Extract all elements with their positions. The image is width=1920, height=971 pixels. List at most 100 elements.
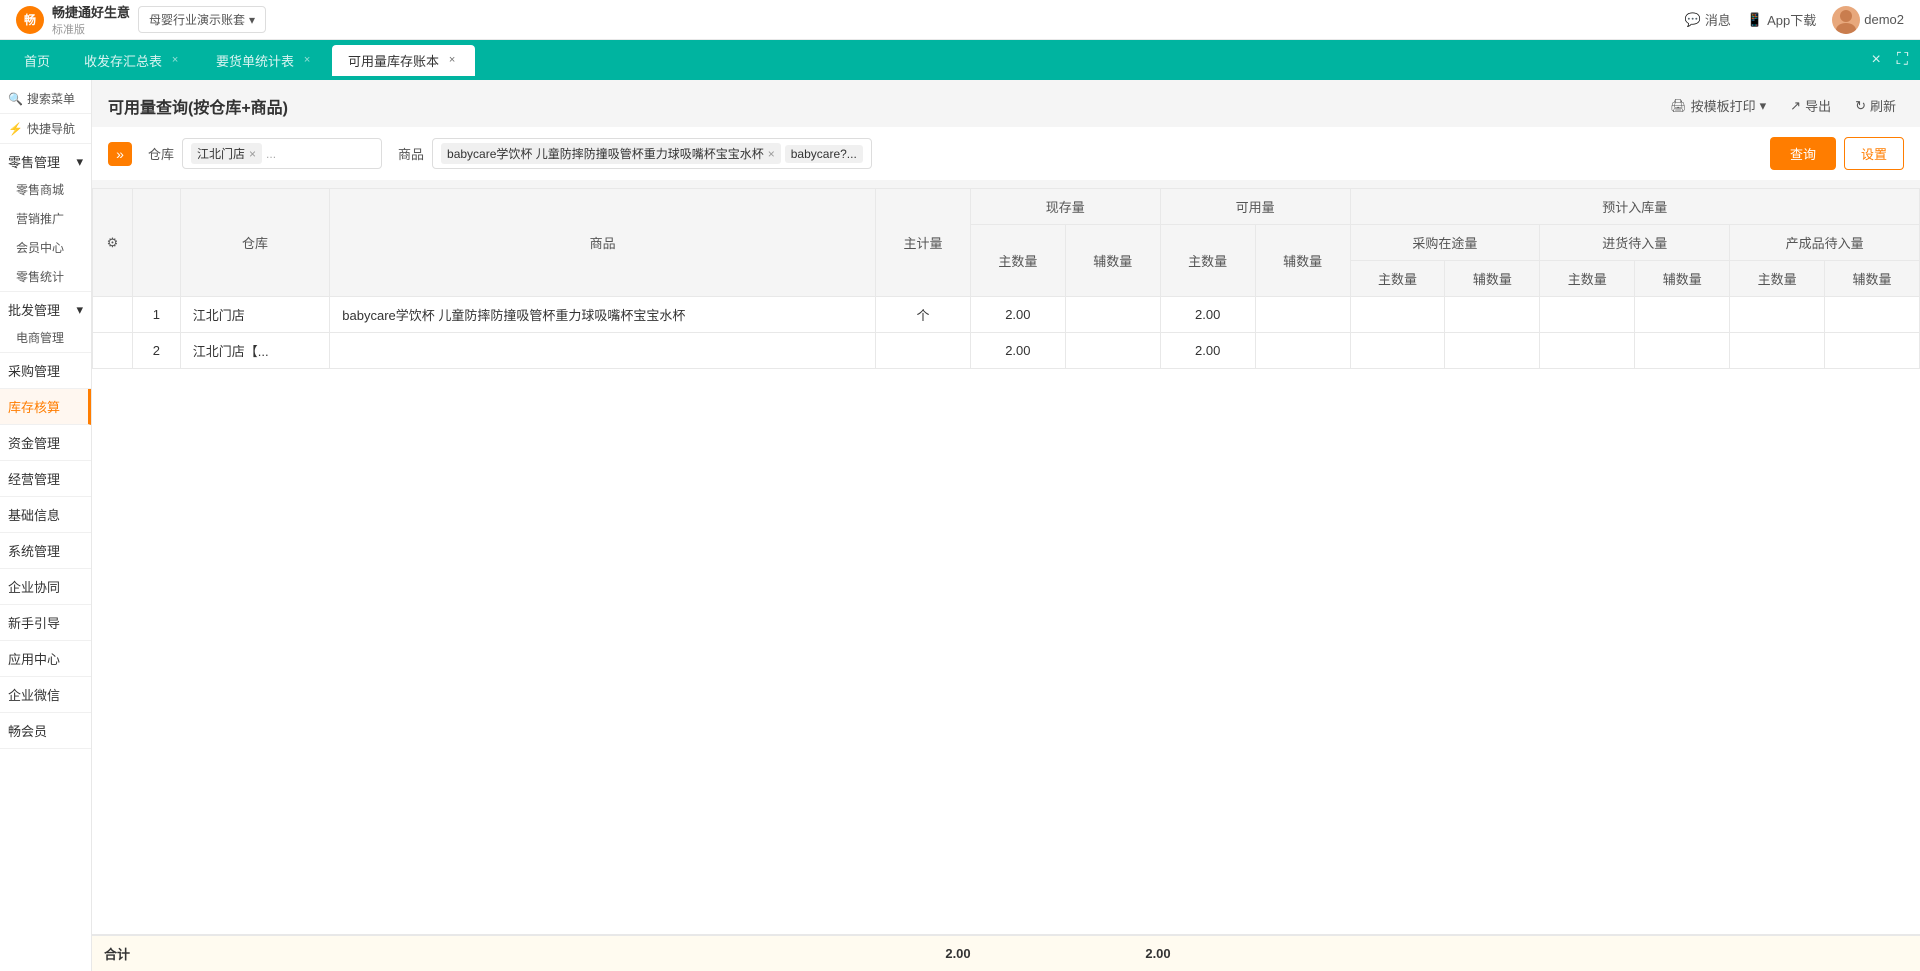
- main-layout: 🔍 搜索菜单 ⚡ 快捷导航 零售管理 零售商城 营销推广 会员中心 零售统计 批…: [0, 80, 1920, 971]
- row-supply-main: [1540, 297, 1635, 333]
- sidebar-search[interactable]: 🔍 搜索菜单: [0, 80, 91, 114]
- product-filter-group: 商品 babycare学饮杯 儿童防摔防撞吸管杯重力球吸嘴杯宝宝水杯 × bab…: [398, 138, 872, 169]
- message-icon: 💬: [1685, 12, 1701, 28]
- sidebar-item-enterprise[interactable]: 企业协同: [0, 569, 91, 605]
- user-menu[interactable]: demo2: [1832, 6, 1904, 34]
- tab-order-stats-close[interactable]: ×: [300, 53, 314, 67]
- sidebar-item-wechat[interactable]: 企业微信: [0, 677, 91, 713]
- search-icon: 🔍: [8, 92, 23, 106]
- col-supply-aux: 辅数量: [1635, 261, 1730, 297]
- sidebar-item-newuser[interactable]: 新手引导: [0, 605, 91, 641]
- col-product-aux: 辅数量: [1825, 261, 1920, 297]
- tab-receive-summary-close[interactable]: ×: [168, 53, 182, 67]
- row-unit: 个: [876, 297, 971, 333]
- row-product-main: [1730, 333, 1825, 369]
- row-warehouse: 江北门店【...: [180, 333, 330, 369]
- sidebar-item-membership[interactable]: 会员中心: [0, 233, 91, 262]
- footer-label: 合计: [104, 944, 264, 963]
- sidebar-item-retail-stats[interactable]: 零售统计: [0, 262, 91, 291]
- wholesale-group-chevron: [76, 302, 83, 318]
- sidebar-item-operations[interactable]: 经营管理: [0, 461, 91, 497]
- product-tag-2: babycare?...: [785, 145, 863, 163]
- sidebar-item-marketing[interactable]: 营销推广: [0, 204, 91, 233]
- top-bar-left: 畅 畅捷通好生意 标准版 母婴行业演示账套 ▾: [16, 2, 266, 37]
- tab-available-inventory-close[interactable]: ×: [445, 53, 459, 67]
- brand-info: 畅捷通好生意 标准版: [52, 2, 130, 37]
- row-current-main: 2.00: [970, 297, 1065, 333]
- row-supply-aux: [1635, 297, 1730, 333]
- warehouse-tag: 江北门店 ×: [191, 143, 262, 164]
- product-label: 商品: [398, 144, 424, 163]
- maximize-button[interactable]: ⛶: [1893, 51, 1912, 69]
- table-row: 1 江北门店 babycare学饮杯 儿童防摔防撞吸管杯重力球吸嘴杯宝宝水杯 个…: [93, 297, 1920, 333]
- phone-icon: 📱: [1747, 12, 1763, 28]
- col-product-main: 主数量: [1730, 261, 1825, 297]
- filter-expand-button[interactable]: »: [108, 142, 132, 166]
- warehouse-filter-group: 仓库 江北门店 × ...: [148, 138, 382, 169]
- col-group-incoming: 预计入库量: [1350, 189, 1919, 225]
- query-button[interactable]: 查询: [1770, 137, 1836, 170]
- sidebar-group-retail-header[interactable]: 零售管理: [0, 144, 91, 175]
- refresh-button[interactable]: ↻ 刷新: [1847, 92, 1904, 119]
- template-selector[interactable]: 母婴行业演示账套 ▾: [138, 6, 266, 33]
- quicknav-icon: ⚡: [8, 122, 23, 136]
- col-seq: [133, 189, 181, 297]
- tab-available-inventory[interactable]: 可用量库存账本 ×: [332, 45, 475, 76]
- col-product: 商品: [330, 189, 876, 297]
- sidebar-item-inventory[interactable]: 库存核算: [0, 389, 91, 425]
- app-download-button[interactable]: 📱 App下载: [1747, 10, 1816, 29]
- export-button[interactable]: ↗ 导出: [1782, 92, 1839, 119]
- sidebar-group-wholesale-header[interactable]: 批发管理: [0, 292, 91, 323]
- col-sub-purchase: 采购在途量: [1350, 225, 1540, 261]
- print-button[interactable]: 🖨 按模板打印 ▾: [1662, 92, 1774, 119]
- table-container[interactable]: ⚙ 仓库 商品 主计量 现存量 可用量 预计入库量 主数量 辅数量 主数量 辅数…: [92, 188, 1920, 934]
- page-header: 可用量查询(按仓库+商品) 🖨 按模板打印 ▾ ↗ 导出 ↻ 刷新: [92, 80, 1920, 127]
- row-current-aux: [1065, 297, 1160, 333]
- product-tag-1-remove[interactable]: ×: [768, 147, 775, 161]
- row-seq: 2: [133, 333, 181, 369]
- close-all-tabs-button[interactable]: ×: [1867, 51, 1884, 69]
- print-chevron-icon: ▾: [1760, 98, 1767, 114]
- tab-receive-summary[interactable]: 收发存汇总表 ×: [68, 45, 198, 76]
- sidebar-item-finance[interactable]: 资金管理: [0, 425, 91, 461]
- sidebar-item-apps[interactable]: 应用中心: [0, 641, 91, 677]
- footer-total: 合计 2.00 2.00: [92, 934, 1920, 971]
- sidebar-item-retail-mall[interactable]: 零售商城: [0, 175, 91, 204]
- sidebar-item-basics[interactable]: 基础信息: [0, 497, 91, 533]
- retail-group-chevron: [76, 154, 83, 170]
- chevron-down-icon: ▾: [249, 13, 255, 27]
- brand-title: 畅捷通好生意: [52, 2, 130, 21]
- page-title: 可用量查询(按仓库+商品): [108, 94, 288, 118]
- sidebar-item-purchase[interactable]: 采购管理: [0, 353, 91, 389]
- row-product: [330, 333, 876, 369]
- print-icon: 🖨: [1670, 98, 1687, 114]
- row-product-aux: [1825, 333, 1920, 369]
- row-purchase-aux: [1445, 297, 1540, 333]
- col-supply-main: 主数量: [1540, 261, 1635, 297]
- sidebar-item-ecommerce[interactable]: 电商管理: [0, 323, 91, 352]
- settings-button[interactable]: 设置: [1844, 137, 1904, 170]
- product-input[interactable]: babycare学饮杯 儿童防摔防撞吸管杯重力球吸嘴杯宝宝水杯 × babyca…: [432, 138, 872, 169]
- sidebar-item-system[interactable]: 系统管理: [0, 533, 91, 569]
- sidebar-item-member[interactable]: 畅会员: [0, 713, 91, 749]
- top-bar-right: 💬 消息 📱 App下载 demo2: [1685, 6, 1904, 34]
- message-button[interactable]: 💬 消息: [1685, 10, 1731, 29]
- sidebar-group-wholesale: 批发管理 电商管理: [0, 292, 91, 353]
- row-gear: [93, 297, 133, 333]
- col-purchase-main: 主数量: [1350, 261, 1445, 297]
- warehouse-label: 仓库: [148, 144, 174, 163]
- tab-order-stats[interactable]: 要货单统计表 ×: [200, 45, 330, 76]
- brand-icon: 畅: [16, 6, 44, 34]
- row-purchase-main: [1350, 297, 1445, 333]
- warehouse-tag-remove[interactable]: ×: [249, 147, 256, 161]
- sidebar-quicknav[interactable]: ⚡ 快捷导航: [0, 114, 91, 144]
- col-gear[interactable]: ⚙: [93, 189, 133, 297]
- col-group-available: 可用量: [1160, 189, 1350, 225]
- row-product: babycare学饮杯 儿童防摔防撞吸管杯重力球吸嘴杯宝宝水杯: [330, 297, 876, 333]
- tab-home[interactable]: 首页: [8, 45, 66, 76]
- product-tag-1: babycare学饮杯 儿童防摔防撞吸管杯重力球吸嘴杯宝宝水杯 ×: [441, 143, 781, 164]
- tab-actions: × ⛶: [1867, 51, 1912, 69]
- row-product-aux: [1825, 297, 1920, 333]
- top-bar: 畅 畅捷通好生意 标准版 母婴行业演示账套 ▾ 💬 消息 📱 App下载 dem…: [0, 0, 1920, 40]
- warehouse-input[interactable]: 江北门店 × ...: [182, 138, 382, 169]
